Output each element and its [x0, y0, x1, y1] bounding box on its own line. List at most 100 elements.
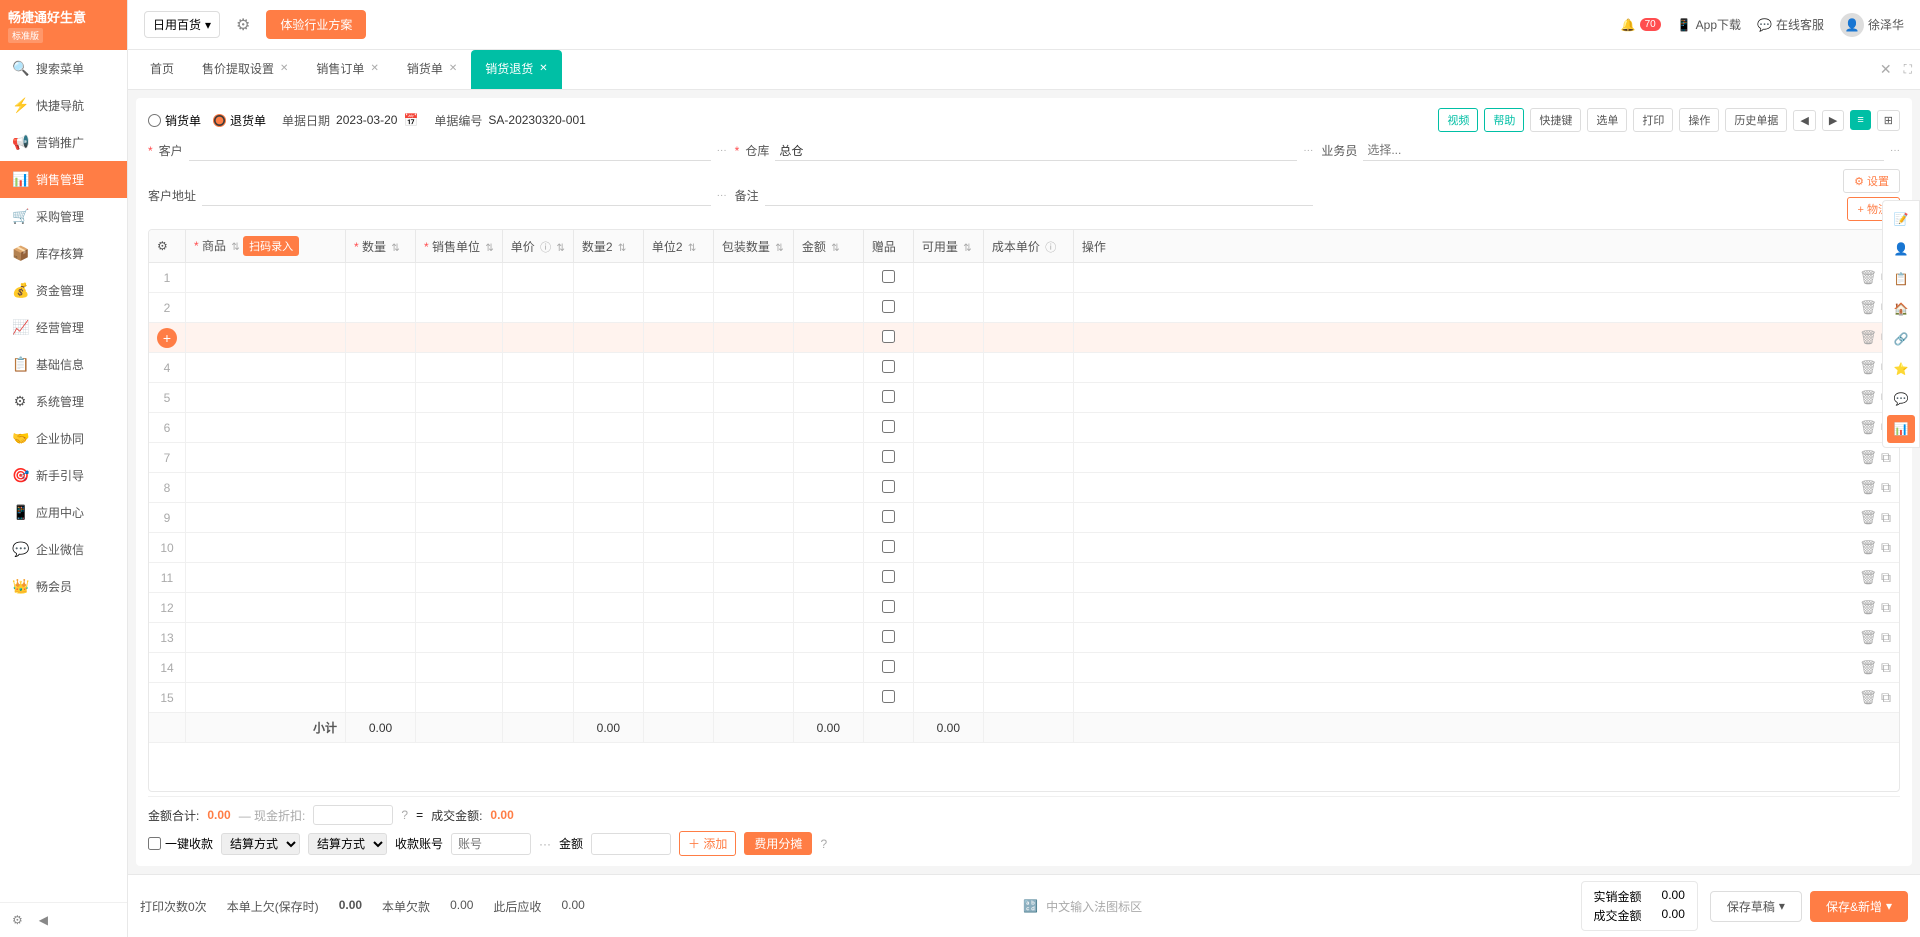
unit-price-cell-8[interactable]: [502, 503, 573, 533]
video-btn[interactable]: 视频: [1438, 108, 1478, 132]
settings-bottom-icon[interactable]: ⚙: [12, 913, 23, 927]
quantity2-cell-3[interactable]: [573, 353, 643, 383]
sidebar-item-newbie[interactable]: 🎯 新手引导: [0, 457, 127, 494]
cost-price-cell-7[interactable]: [983, 473, 1073, 503]
cost-price-cell-4[interactable]: [983, 383, 1073, 413]
pack-quantity-cell-3[interactable]: [713, 353, 793, 383]
unit2-cell-11[interactable]: [643, 593, 713, 623]
gift-cell-13[interactable]: [863, 653, 913, 683]
sidebar-item-sales[interactable]: 📊 销售管理: [0, 161, 127, 198]
summary-method-select[interactable]: 结算方式: [308, 833, 387, 855]
save-new-btn[interactable]: 保存&新增 ▾: [1810, 891, 1908, 922]
copy-row-btn-8[interactable]: ⧉: [1881, 509, 1891, 526]
unit-price-cell-13[interactable]: [502, 653, 573, 683]
gift-checkbox-14[interactable]: [882, 690, 895, 703]
available-cell-2[interactable]: [913, 323, 983, 353]
unit-price-cell-5[interactable]: [502, 413, 573, 443]
actions-btn[interactable]: 操作: [1679, 108, 1719, 132]
settings-gear-btn[interactable]: ⚙: [228, 12, 258, 38]
amount-cell-2[interactable]: [793, 323, 863, 353]
radio-return[interactable]: 退货单: [213, 112, 266, 129]
product-cell-4[interactable]: [186, 383, 346, 413]
sales-unit-cell-9[interactable]: [416, 533, 503, 563]
sales-unit-cell-3[interactable]: [416, 353, 503, 383]
gift-checkbox-2[interactable]: [882, 330, 895, 343]
gift-cell-7[interactable]: [863, 473, 913, 503]
gift-checkbox-10[interactable]: [882, 570, 895, 583]
app-download-item[interactable]: 📱 App下载: [1677, 16, 1741, 33]
experience-btn[interactable]: 体验行业方案: [266, 10, 366, 39]
sidebar-item-purchase[interactable]: 🛒 采购管理: [0, 198, 127, 235]
gift-cell-2[interactable]: [863, 323, 913, 353]
amount-cell-12[interactable]: [793, 623, 863, 653]
product-cell-9[interactable]: [186, 533, 346, 563]
amount-cell-3[interactable]: [793, 353, 863, 383]
select-btn[interactable]: 选单: [1587, 108, 1627, 132]
fee-split-question-icon[interactable]: ?: [820, 837, 827, 851]
tab-close-all-btn[interactable]: ✕: [1872, 61, 1900, 78]
product-cell-13[interactable]: [186, 653, 346, 683]
cost-price-cell-13[interactable]: [983, 653, 1073, 683]
unit-price-info-icon[interactable]: ⓘ: [540, 242, 551, 254]
available-cell-11[interactable]: [913, 593, 983, 623]
quantity2-cell-7[interactable]: [573, 473, 643, 503]
delete-row-btn-0[interactable]: 🗑: [1859, 269, 1877, 286]
history-btn[interactable]: 历史单据: [1725, 108, 1787, 132]
available-cell-14[interactable]: [913, 683, 983, 713]
gift-cell-1[interactable]: [863, 293, 913, 323]
pack-quantity-cell-4[interactable]: [713, 383, 793, 413]
save-draft-btn[interactable]: 保存草稿 ▾: [1710, 891, 1802, 922]
quantity2-cell-2[interactable]: [573, 323, 643, 353]
column-settings-icon[interactable]: ⚙: [157, 239, 168, 253]
tab-home[interactable]: 首页: [136, 50, 188, 89]
help-btn[interactable]: 帮助: [1484, 108, 1524, 132]
cost-price-cell-8[interactable]: [983, 503, 1073, 533]
sales-unit-cell-7[interactable]: [416, 473, 503, 503]
sidebar-item-vip[interactable]: 👑 畅会员: [0, 568, 127, 605]
pack-quantity-cell-9[interactable]: [713, 533, 793, 563]
side-icon-1[interactable]: 📝: [1887, 205, 1915, 233]
side-icon-4[interactable]: 🏠: [1887, 295, 1915, 323]
unit2-cell-12[interactable]: [643, 623, 713, 653]
date-value[interactable]: 2023-03-20: [336, 113, 397, 127]
one-click-collect-checkbox[interactable]: 一键收款: [148, 835, 213, 852]
setting-btn[interactable]: ⚙ 设置: [1843, 169, 1900, 193]
delete-row-btn-14[interactable]: 🗑: [1859, 689, 1877, 706]
copy-row-btn-10[interactable]: ⧉: [1881, 569, 1891, 586]
industry-dropdown[interactable]: 日用百货 ▾: [144, 11, 220, 38]
cost-price-info-icon[interactable]: ⓘ: [1045, 242, 1056, 254]
copy-row-btn-12[interactable]: ⧉: [1881, 629, 1891, 646]
side-icon-3[interactable]: 📋: [1887, 265, 1915, 293]
quantity-cell-4[interactable]: [346, 383, 416, 413]
gift-cell-12[interactable]: [863, 623, 913, 653]
unit2-cell-13[interactable]: [643, 653, 713, 683]
delete-row-btn-3[interactable]: 🗑: [1859, 359, 1877, 376]
unit2-cell-14[interactable]: [643, 683, 713, 713]
delete-row-btn-12[interactable]: 🗑: [1859, 629, 1877, 646]
unit2-cell-6[interactable]: [643, 443, 713, 473]
sidebar-collapse-icon[interactable]: ◀: [39, 913, 48, 927]
shortcuts-btn[interactable]: 快捷键: [1530, 108, 1581, 132]
unit2-cell-3[interactable]: [643, 353, 713, 383]
amount-cell-7[interactable]: [793, 473, 863, 503]
gift-checkbox-0[interactable]: [882, 270, 895, 283]
available-cell-7[interactable]: [913, 473, 983, 503]
sales-unit-cell-10[interactable]: [416, 563, 503, 593]
delete-row-btn-2[interactable]: 🗑: [1859, 329, 1877, 346]
unit2-cell-2[interactable]: [643, 323, 713, 353]
pack-quantity-sort-icon[interactable]: ⇅: [775, 243, 783, 254]
radio-sales-delivery-input[interactable]: [148, 114, 161, 127]
col-settings-header[interactable]: ⚙: [149, 230, 186, 263]
tab-sales-order[interactable]: 销售订单 ✕: [302, 50, 392, 89]
quantity-cell-8[interactable]: [346, 503, 416, 533]
pack-quantity-cell-11[interactable]: [713, 593, 793, 623]
sales-unit-cell-11[interactable]: [416, 593, 503, 623]
pack-quantity-cell-6[interactable]: [713, 443, 793, 473]
product-cell-0[interactable]: [186, 263, 346, 293]
quantity-cell-3[interactable]: [346, 353, 416, 383]
unit2-cell-0[interactable]: [643, 263, 713, 293]
available-cell-12[interactable]: [913, 623, 983, 653]
add-row-btn[interactable]: ＋ 添加: [679, 831, 736, 856]
cost-price-cell-11[interactable]: [983, 593, 1073, 623]
copy-row-btn-9[interactable]: ⧉: [1881, 539, 1891, 556]
